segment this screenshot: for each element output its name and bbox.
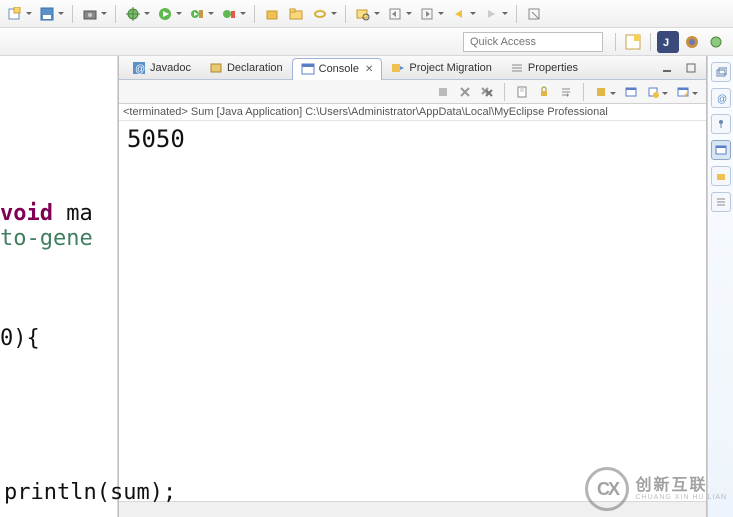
watermark-title: 创新互联 [635,478,727,494]
minimize-view-button[interactable] [656,57,678,79]
search-menu-button[interactable] [352,3,374,25]
declaration-icon [209,61,223,75]
perspective-open-button[interactable] [622,31,644,53]
views-tab-bar: @ Javadoc Declaration Console ✕ Project … [119,56,706,80]
code-text: 0){ [0,326,40,351]
forward-button[interactable] [480,3,502,25]
terminate-button[interactable] [434,83,452,101]
trim-tasks-button[interactable] [711,166,731,186]
close-icon[interactable]: ✕ [365,64,373,75]
myeclipse-perspective-button[interactable] [681,31,703,53]
new-package-button[interactable] [261,3,283,25]
tab-label: Console [319,63,359,75]
tab-label: Properties [528,62,578,74]
watermark-subtitle: CHUANG XIN HU LIAN [635,494,727,501]
quick-access-input[interactable] [463,32,603,52]
tab-javadoc[interactable]: @ Javadoc [123,57,200,79]
scroll-lock-button[interactable] [535,83,553,101]
open-type-button[interactable] [309,3,331,25]
right-trim-bar: @ [707,56,733,517]
camera-menu-button[interactable] [79,3,101,25]
tab-label: Declaration [227,62,283,74]
restore-view-button[interactable] [711,62,731,82]
pin-button[interactable] [523,3,545,25]
svg-text:+: + [684,90,689,98]
clear-console-button[interactable] [513,83,531,101]
console-toolbar: + [119,80,706,104]
tab-project-migration[interactable]: Project Migration [382,57,501,79]
tab-declaration[interactable]: Declaration [200,57,292,79]
toolbar-separator [650,33,651,51]
open-console-button[interactable]: + [674,83,692,101]
editor-bottom-line: println(sum); [4,480,176,505]
coverage-button[interactable] [218,3,240,25]
tab-label: Javadoc [150,62,191,74]
comment-text: to-gene [0,226,93,251]
views-panel: @ Javadoc Declaration Console ✕ Project … [118,56,707,517]
toolbar-separator [254,5,255,23]
remove-launch-button[interactable] [456,83,474,101]
main-toolbar-row-1 [0,0,733,28]
watermark-logo: CX [585,467,629,511]
toolbar-separator [516,5,517,23]
svg-text:@: @ [135,64,145,75]
tab-label: Project Migration [409,62,492,74]
trim-console-button[interactable] [711,140,731,160]
run-menu-button[interactable] [154,3,176,25]
new-menu-button[interactable] [4,3,26,25]
pin-console-button[interactable] [622,83,640,101]
show-console-button[interactable] [592,83,610,101]
debug-menu-button[interactable] [122,3,144,25]
toolbar-separator [583,83,584,101]
java-perspective-button[interactable]: J [657,31,679,53]
maximize-view-button[interactable] [680,57,702,79]
trim-outline-button[interactable] [711,114,731,134]
tab-properties[interactable]: Properties [501,57,587,79]
toolbar-separator [615,33,616,51]
toolbar-separator [504,83,505,101]
console-output-area[interactable]: 5050 [119,121,706,501]
back-button[interactable] [448,3,470,25]
toolbar-separator [115,5,116,23]
tab-console[interactable]: Console ✕ [292,58,383,80]
svg-text:@: @ [717,94,727,104]
toolbar-separator [72,5,73,23]
console-output-text: 5050 [127,125,185,153]
console-icon [301,62,315,76]
console-status-line: <terminated> Sum [Java Application] C:\U… [119,104,706,121]
display-selected-console-button[interactable] [644,83,662,101]
run-config-button[interactable] [186,3,208,25]
debug-perspective-button[interactable] [705,31,727,53]
editor-partial: void ma to-gene 0){ [0,56,118,517]
keyword-void: void [0,201,53,226]
trim-problems-button[interactable] [711,192,731,212]
svg-text:J: J [663,37,669,49]
save-menu-button[interactable] [36,3,58,25]
properties-icon [510,61,524,75]
remove-all-button[interactable] [478,83,496,101]
new-folder-button[interactable] [285,3,307,25]
word-wrap-button[interactable] [557,83,575,101]
nav-next-button[interactable] [416,3,438,25]
main-toolbar-row-2: J [0,28,733,56]
trim-javadoc-button[interactable]: @ [711,88,731,108]
javadoc-icon: @ [132,61,146,75]
nav-prev-button[interactable] [384,3,406,25]
toolbar-separator [345,5,346,23]
migration-icon [391,61,405,75]
watermark: CX 创新互联 CHUANG XIN HU LIAN [585,467,727,511]
